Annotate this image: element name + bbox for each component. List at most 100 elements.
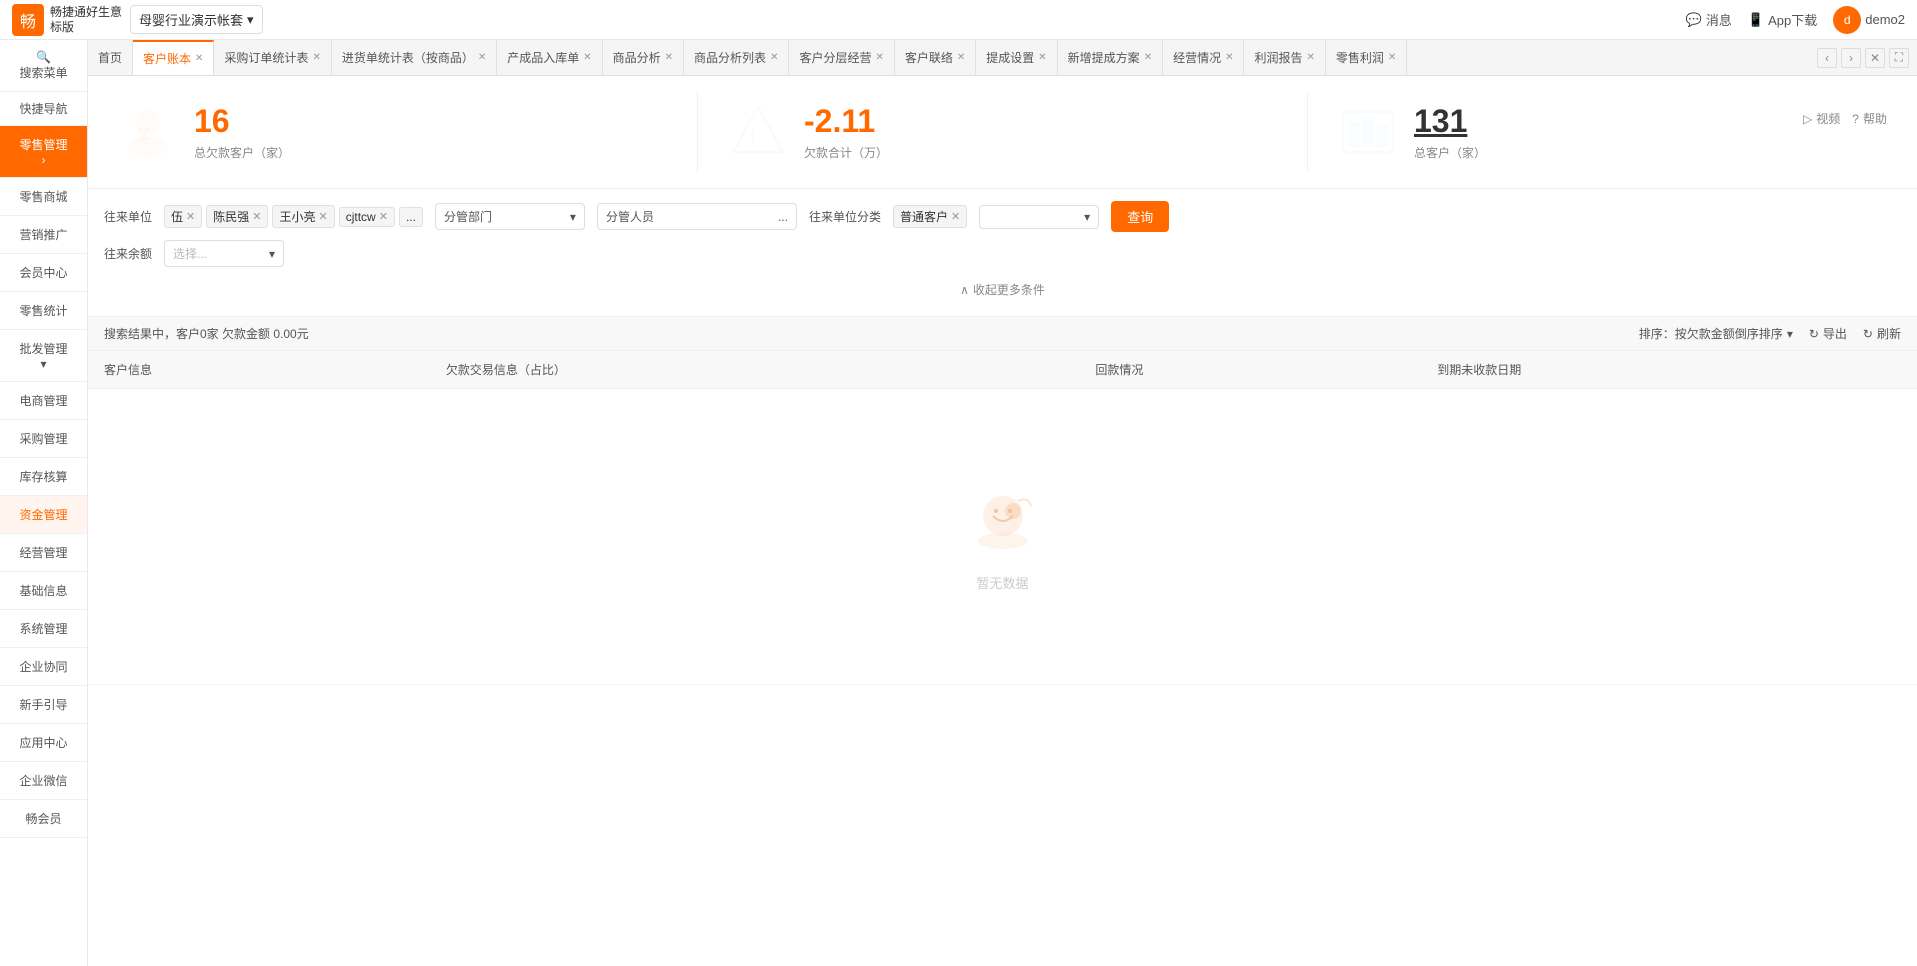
query-btn[interactable]: 查询 xyxy=(1111,201,1169,232)
tab-production-inbound[interactable]: 产成品入库单 ✕ xyxy=(497,40,602,76)
tab-close-customer-segment[interactable]: ✕ xyxy=(875,52,883,63)
tab-customer-book[interactable]: 客户账本 ✕ xyxy=(133,40,214,76)
sidebar-item-purchase[interactable]: 采购管理 xyxy=(0,420,87,458)
app-download-btn[interactable]: 📱 App下载 xyxy=(1748,10,1817,29)
sidebar-item-newbie[interactable]: 新手引导 xyxy=(0,686,87,724)
tab-close-new-promotion-plan[interactable]: ✕ xyxy=(1144,52,1152,63)
tab-close-all-btn[interactable]: ✕ xyxy=(1865,48,1885,68)
sidebar-item-app-center[interactable]: 应用中心 xyxy=(0,724,87,762)
phone-icon: 📱 xyxy=(1748,12,1764,28)
empty-state-row: 暂无数据 xyxy=(88,389,1917,685)
sidebar-item-member-center[interactable]: 会员中心 xyxy=(0,254,87,292)
remove-tag-wu[interactable]: ✕ xyxy=(186,210,195,223)
chevron-right-icon: › xyxy=(42,153,46,167)
tab-inventory-stats-by-product[interactable]: 进货单统计表（按商品） ✕ xyxy=(332,40,497,76)
tab-profit-report[interactable]: 利润报告 ✕ xyxy=(1244,40,1325,76)
sidebar-item-operation[interactable]: 经营管理 xyxy=(0,534,87,572)
remove-tag-normal[interactable]: ✕ xyxy=(951,210,960,223)
sidebar-item-finance[interactable]: 资金管理 xyxy=(0,496,87,534)
tab-customer-segment[interactable]: 客户分层经营 ✕ xyxy=(789,40,894,76)
video-btn[interactable]: ▷ 视频 xyxy=(1803,110,1840,127)
empty-state: 暂无数据 xyxy=(104,401,1901,672)
tab-promotion-settings[interactable]: 提成设置 ✕ xyxy=(976,40,1057,76)
tab-close-profit-report[interactable]: ✕ xyxy=(1307,52,1315,63)
export-icon: ↻ xyxy=(1863,327,1873,341)
sidebar-item-wecom[interactable]: 企业微信 xyxy=(0,762,87,800)
tab-close-customer-contact[interactable]: ✕ xyxy=(957,52,965,63)
unit-tag-chen[interactable]: 陈民强 ✕ xyxy=(206,205,268,228)
suite-selector[interactable]: 母婴行业演示帐套 ▾ xyxy=(130,5,263,34)
svg-text:!: ! xyxy=(750,128,755,148)
stat-actions: ▷ 视频 ? 帮助 xyxy=(1803,102,1887,127)
unit-tag-wu[interactable]: 伍 ✕ xyxy=(164,205,202,228)
col-debt-info: 欠款交易信息（占比） xyxy=(430,351,1080,389)
remove-tag-cjttcw[interactable]: ✕ xyxy=(379,210,388,223)
tab-new-promotion-plan[interactable]: 新增提成方案 ✕ xyxy=(1058,40,1163,76)
refresh-btn[interactable]: ↻ 刷新 xyxy=(1863,325,1901,342)
sidebar-item-marketing[interactable]: 营销推广 xyxy=(0,216,87,254)
stat-block-debt-total: ! -2.11 欠款合计（万） xyxy=(698,92,1308,172)
stat-info-debt-customers: 16 总欠款客户（家） xyxy=(194,103,290,161)
tab-product-analysis-list[interactable]: 商品分析列表 ✕ xyxy=(684,40,789,76)
tab-home[interactable]: 首页 xyxy=(88,40,133,76)
tab-operation-status[interactable]: 经营情况 ✕ xyxy=(1163,40,1244,76)
tab-close-operation-status[interactable]: ✕ xyxy=(1225,52,1233,63)
sidebar-item-system[interactable]: 系统管理 xyxy=(0,610,87,648)
unit-tag-cjttcw[interactable]: cjttcw ✕ xyxy=(339,207,395,227)
tab-fullscreen-btn[interactable]: ⛶ xyxy=(1889,48,1909,68)
message-icon: 💬 xyxy=(1686,12,1702,28)
tab-retail-profit[interactable]: 零售利润 ✕ xyxy=(1326,40,1407,76)
col-overdue-date: 到期未收款日期 xyxy=(1421,351,1917,389)
tab-close-retail-profit[interactable]: ✕ xyxy=(1388,52,1396,63)
sidebar-search[interactable]: 🔍 搜索菜单 xyxy=(0,40,87,92)
tab-scroll-left-btn[interactable]: ‹ xyxy=(1817,48,1837,68)
sidebar-quick-nav[interactable]: 快捷导航 xyxy=(0,92,87,126)
tab-product-analysis[interactable]: 商品分析 ✕ xyxy=(603,40,684,76)
tab-close-product-analysis[interactable]: ✕ xyxy=(665,52,673,63)
tab-close-product-analysis-list[interactable]: ✕ xyxy=(770,52,778,63)
sidebar-item-basic-info[interactable]: 基础信息 xyxy=(0,572,87,610)
sidebar-item-retail-mgmt[interactable]: 零售管理 › xyxy=(0,126,87,178)
tab-close-purchase-order-stats[interactable]: ✕ xyxy=(312,52,320,63)
balance-filter-select[interactable]: 选择... ▾ xyxy=(164,240,284,267)
person-filter-select[interactable]: 分管人员 ... xyxy=(597,203,797,230)
remove-tag-chen[interactable]: ✕ xyxy=(252,210,261,223)
help-btn[interactable]: ? 帮助 xyxy=(1852,110,1887,127)
sidebar-item-ecommerce[interactable]: 电商管理 xyxy=(0,382,87,420)
sidebar-item-retail-stats[interactable]: 零售统计 xyxy=(0,292,87,330)
category-filter-tags: 普通客户 ✕ xyxy=(893,205,967,228)
remove-tag-wang[interactable]: ✕ xyxy=(319,210,328,223)
unit-tag-more[interactable]: ... xyxy=(399,207,423,227)
sidebar-item-enterprise[interactable]: 企业协同 xyxy=(0,648,87,686)
message-btn[interactable]: 💬 消息 xyxy=(1686,10,1732,29)
avatar: d xyxy=(1833,6,1861,34)
stat-label-debt-total: 欠款合计（万） xyxy=(804,144,888,161)
stat-value-debt-total: -2.11 xyxy=(804,103,888,140)
tab-close-production-inbound[interactable]: ✕ xyxy=(583,52,591,63)
debt-total-icon: ! xyxy=(728,102,788,162)
category-tag-normal[interactable]: 普通客户 ✕ xyxy=(893,205,967,228)
tab-scroll-right-btn[interactable]: › xyxy=(1841,48,1861,68)
sidebar: 🔍 搜索菜单 快捷导航 零售管理 › 零售商城 营销推广 会员中心 零售统计 批… xyxy=(0,40,88,966)
category-select[interactable]: ▾ xyxy=(979,205,1099,229)
export-btn[interactable]: ↻ 导出 xyxy=(1809,325,1847,342)
empty-state-cell: 暂无数据 xyxy=(88,389,1917,685)
unit-tag-wang[interactable]: 王小亮 ✕ xyxy=(272,205,334,228)
sidebar-item-inventory[interactable]: 库存核算 xyxy=(0,458,87,496)
sort-btn[interactable]: 排序：按欠款金额倒序排序 ▾ xyxy=(1639,325,1793,342)
tab-purchase-order-stats[interactable]: 采购订单统计表 ✕ xyxy=(214,40,331,76)
chevron-down-icon: ▾ xyxy=(1787,327,1793,341)
tab-customer-contact[interactable]: 客户联络 ✕ xyxy=(895,40,976,76)
tab-close-customer-book[interactable]: ✕ xyxy=(195,53,203,64)
sidebar-item-retail-mall[interactable]: 零售商城 xyxy=(0,178,87,216)
category-filter-label: 往来单位分类 xyxy=(809,208,881,225)
sidebar-item-vip-member[interactable]: 畅会员 xyxy=(0,800,87,838)
tab-close-inventory-stats[interactable]: ✕ xyxy=(478,52,486,63)
tab-close-promotion-settings[interactable]: ✕ xyxy=(1038,52,1046,63)
stat-block-debt-customers: ¥ 16 总欠款客户（家） xyxy=(88,92,698,172)
user-menu[interactable]: d demo2 xyxy=(1833,6,1905,34)
sidebar-item-wholesale-mgmt[interactable]: 批发管理 ▾ xyxy=(0,330,87,382)
table-header-row: 客户信息 欠款交易信息（占比） 回款情况 到期未收款日期 xyxy=(88,351,1917,389)
collapse-btn[interactable]: ∧ 收起更多条件 xyxy=(954,275,1051,304)
dept-filter-select[interactable]: 分管部门 ▾ xyxy=(435,203,585,230)
